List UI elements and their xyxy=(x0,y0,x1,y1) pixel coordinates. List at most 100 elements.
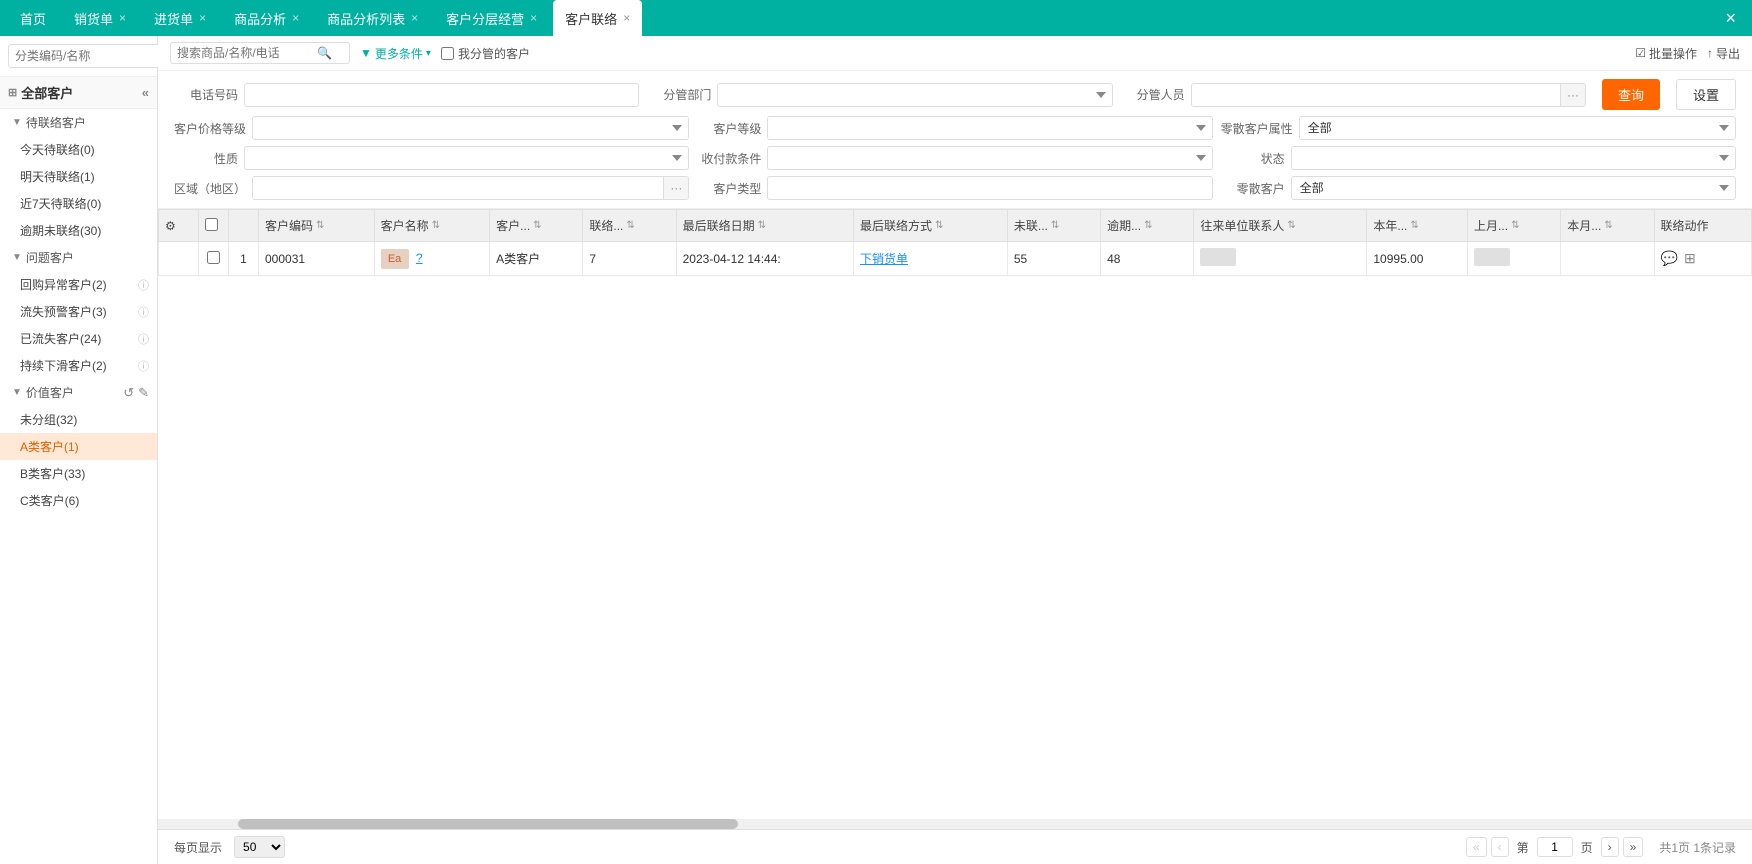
field-price-level: 客户价格等级 xyxy=(174,116,689,140)
region-input[interactable] xyxy=(253,177,663,199)
scatter-attr-select[interactable]: 全部 xyxy=(1299,116,1736,140)
next-page-btn[interactable]: › xyxy=(1601,837,1619,857)
page-number-input[interactable] xyxy=(1537,837,1573,857)
group-problem-customers[interactable]: ▼ 问题客户 xyxy=(0,244,157,271)
table-area: ⚙ 客户编码⇅ 客户名称⇅ 客户...⇅ xyxy=(158,209,1752,819)
cust-name-link[interactable]: ? xyxy=(416,251,423,265)
sidebar-item-churned[interactable]: 已流失客户(24) ⓘ xyxy=(0,325,157,352)
col-cust-type[interactable]: 客户...⇅ xyxy=(490,210,583,242)
sidebar-item-c-class[interactable]: C类客户(6) xyxy=(0,487,157,514)
edit-icon[interactable]: ✎ xyxy=(138,385,149,401)
grid-action-icon[interactable]: ⊞ xyxy=(1684,250,1696,267)
sidebar-item-overdue[interactable]: 逾期未联络(30) xyxy=(0,217,157,244)
dept-select[interactable] xyxy=(717,83,1112,107)
my-customers-check[interactable] xyxy=(441,47,454,60)
filter-search-input[interactable] xyxy=(177,46,317,60)
region-more-btn[interactable]: ··· xyxy=(663,177,688,199)
scatter-cust-select[interactable]: 全部 xyxy=(1291,176,1736,200)
data-table: ⚙ 客户编码⇅ 客户名称⇅ 客户...⇅ xyxy=(158,209,1752,276)
payment-select[interactable] xyxy=(767,146,1212,170)
filter-search-icon[interactable]: 🔍 xyxy=(317,46,332,60)
price-level-select[interactable] xyxy=(252,116,689,140)
col-this-year[interactable]: 本年...⇅ xyxy=(1367,210,1468,242)
sidebar-item-b-class[interactable]: B类客户(33) xyxy=(0,460,157,487)
horizontal-scrollbar[interactable] xyxy=(158,819,1752,829)
col-last-contact-date[interactable]: 最后联络日期⇅ xyxy=(676,210,853,242)
status-select[interactable] xyxy=(1291,146,1736,170)
nav-tab-customer-segment[interactable]: 客户分层经营 × xyxy=(434,0,549,36)
field-dept: 分管部门 xyxy=(647,83,1112,107)
batch-op-button[interactable]: ☑ 批量操作 xyxy=(1635,45,1697,62)
col-cust-name[interactable]: 客户名称⇅ xyxy=(374,210,490,242)
close-customer-segment-tab[interactable]: × xyxy=(530,11,537,25)
col-this-month[interactable]: 本月...⇅ xyxy=(1561,210,1654,242)
sidebar-item-declining[interactable]: 持续下滑客户(2) ⓘ xyxy=(0,352,157,379)
nav-tab-product-analysis[interactable]: 商品分析 × xyxy=(222,0,311,36)
sidebar-search-input[interactable] xyxy=(8,44,177,68)
nav-tab-purchase[interactable]: 进货单 × xyxy=(142,0,218,36)
row-cust-name[interactable]: Ea ? xyxy=(374,242,490,276)
more-conditions-button[interactable]: ▼ 更多条件 ▾ xyxy=(360,45,431,62)
sidebar-item-unclassified[interactable]: 未分组(32) xyxy=(0,406,157,433)
page-size-select[interactable]: 50 100 xyxy=(234,836,285,858)
close-purchase-tab[interactable]: × xyxy=(199,11,206,25)
close-sales-tab[interactable]: × xyxy=(119,11,126,25)
cust-type-input[interactable] xyxy=(767,176,1212,200)
last-method-link[interactable]: 下销货单 xyxy=(860,252,908,266)
close-all-button[interactable]: × xyxy=(1717,8,1744,29)
nav-tab-sales[interactable]: 销货单 × xyxy=(62,0,138,36)
group-pending-contact[interactable]: ▼ 待联络客户 xyxy=(0,109,157,136)
refresh-icon[interactable]: ↺ xyxy=(123,385,134,401)
last-page-btn[interactable]: » xyxy=(1623,837,1644,857)
close-customer-contact-tab[interactable]: × xyxy=(623,11,630,25)
prev-page-btn[interactable]: ‹ xyxy=(1491,837,1509,857)
field-status: 状态 xyxy=(1221,146,1736,170)
sidebar-item-7days[interactable]: 近7天待联络(0) xyxy=(0,190,157,217)
table-row: 1 000031 Ea ? A类客户 7 2023-04-12 14:44: 下… xyxy=(159,242,1752,276)
chat-action-icon[interactable]: 💬 xyxy=(1661,250,1678,267)
query-button[interactable]: 查询 xyxy=(1602,79,1660,110)
first-page-btn[interactable]: « xyxy=(1466,837,1487,857)
sidebar-item-a-class[interactable]: A类客户(1) xyxy=(0,433,157,460)
scrollbar-thumb[interactable] xyxy=(238,819,738,829)
col-visit-contacts[interactable]: 往来单位联系人⇅ xyxy=(1194,210,1367,242)
all-customers-header[interactable]: ⊞ 全部客户 « xyxy=(0,77,157,109)
sidebar-item-tomorrow[interactable]: 明天待联络(1) xyxy=(0,163,157,190)
col-cust-code[interactable]: 客户编码⇅ xyxy=(259,210,375,242)
manager-more-btn[interactable]: ··· xyxy=(1560,84,1585,106)
col-last-month[interactable]: 上月...⇅ xyxy=(1468,210,1561,242)
sidebar-item-repurchase-abnormal[interactable]: 回购异常客户(2) ⓘ xyxy=(0,271,157,298)
close-product-list-tab[interactable]: × xyxy=(411,11,418,25)
col-contacts[interactable]: 联络...⇅ xyxy=(583,210,676,242)
sidebar-item-today[interactable]: 今天待联络(0) xyxy=(0,136,157,163)
main-layout: 🔍 ⊞ 全部客户 « ▼ 待联络客户 今天待联络(0) 明天待联络(1) 近7天… xyxy=(0,36,1752,864)
manager-input[interactable] xyxy=(1192,84,1560,106)
gear-icon[interactable]: ⚙ xyxy=(165,219,176,233)
sort-cust-type: ⇅ xyxy=(533,220,541,231)
cust-level-select[interactable] xyxy=(767,116,1212,140)
nav-tab-customer-contact[interactable]: 客户联络 × xyxy=(553,0,642,36)
nav-tab-home[interactable]: 首页 xyxy=(8,0,58,36)
col-index xyxy=(229,210,259,242)
nature-select[interactable] xyxy=(244,146,689,170)
row-last-method[interactable]: 下销货单 xyxy=(853,242,1007,276)
group-value-customers[interactable]: ▼ 价值客户 ↺ ✎ xyxy=(0,379,157,406)
visit-placeholder xyxy=(1200,248,1236,266)
row-select-checkbox[interactable] xyxy=(207,251,220,264)
field-phone: 电话号码 xyxy=(174,83,639,107)
col-action: 联络动作 xyxy=(1654,210,1751,242)
sort-this-year: ⇅ xyxy=(1410,220,1418,231)
nav-tab-product-list[interactable]: 商品分析列表 × xyxy=(315,0,430,36)
collapse-icon[interactable]: « xyxy=(142,85,149,100)
close-product-analysis-tab[interactable]: × xyxy=(292,11,299,25)
sidebar-item-churn-warning[interactable]: 流失预警客户(3) ⓘ xyxy=(0,298,157,325)
phone-input[interactable] xyxy=(244,83,639,107)
col-last-contact-method[interactable]: 最后联络方式⇅ xyxy=(853,210,1007,242)
select-all-checkbox[interactable] xyxy=(205,218,218,231)
sort-no-contact: ⇅ xyxy=(1051,220,1059,231)
col-overdue[interactable]: 逾期...⇅ xyxy=(1101,210,1194,242)
col-no-contact[interactable]: 未联...⇅ xyxy=(1007,210,1100,242)
export-button[interactable]: ↑ 导出 xyxy=(1707,45,1740,62)
my-customers-checkbox[interactable]: 我分管的客户 xyxy=(441,45,530,62)
settings-button[interactable]: 设置 xyxy=(1676,79,1736,110)
